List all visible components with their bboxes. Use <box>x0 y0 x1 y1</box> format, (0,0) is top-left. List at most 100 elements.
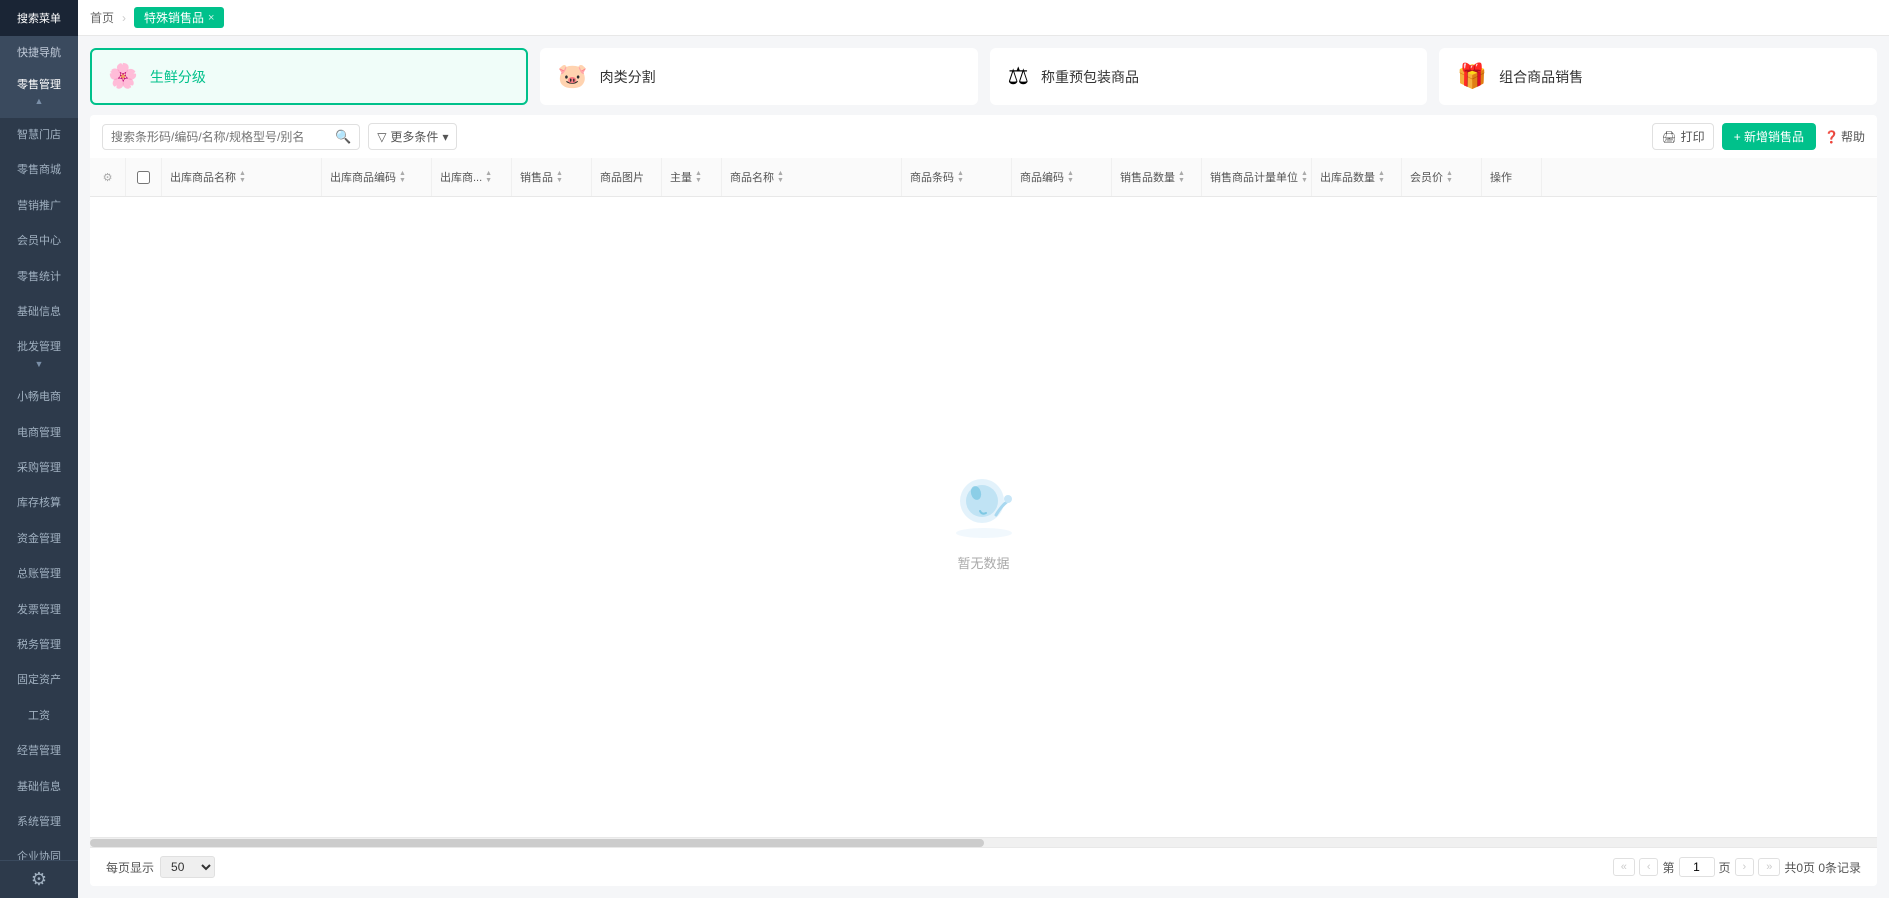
th-checkbox[interactable] <box>126 158 162 196</box>
sidebar-item-ledger-label: 总账管理 <box>17 567 61 582</box>
sort-arrows-goods-code[interactable]: ▲▼ <box>1067 170 1074 184</box>
sidebar-logo[interactable]: 搜索菜单 <box>0 0 78 36</box>
sidebar-item-ecom-mgmt[interactable]: 电商管理 <box>0 416 78 451</box>
select-all-checkbox[interactable] <box>137 171 150 184</box>
toolbar-left: 🔍 ▽ 更多条件 ▾ <box>102 123 457 150</box>
help-button[interactable]: ❓ 帮助 <box>1824 128 1865 145</box>
filter-icon: ▽ <box>377 130 386 144</box>
tab-card-group: 🌸 生鲜分级 🐷 肉类分割 ⚖ 称重预包装商品 🎁 组合商品销售 <box>90 48 1877 105</box>
empty-state-icon <box>944 463 1024 543</box>
page-unit: 页 <box>1719 859 1731 876</box>
print-label: 打印 <box>1681 128 1705 145</box>
add-sale-item-button[interactable]: + 新增销售品 <box>1722 123 1816 150</box>
pagination-left: 每页显示 10 20 50 100 <box>106 856 215 878</box>
tab-combo-label: 组合商品销售 <box>1499 67 1583 87</box>
tab-fresh-grade[interactable]: 🌸 生鲜分级 <box>90 48 528 105</box>
table-body: 暂无数据 <box>90 197 1877 837</box>
page-number-input[interactable] <box>1679 857 1715 877</box>
help-label: 帮助 <box>1841 128 1865 145</box>
sort-arrows-sale-qty[interactable]: ▲▼ <box>1178 170 1185 184</box>
sidebar-item-ledger[interactable]: 总账管理 <box>0 557 78 592</box>
print-button[interactable]: 🖨 打印 <box>1652 123 1713 150</box>
sidebar-item-corp-collab-label: 企业协同 <box>17 850 61 860</box>
sidebar-quick-nav[interactable]: 快捷导航 <box>0 36 78 68</box>
prev-page-button[interactable]: ‹ <box>1639 858 1659 876</box>
search-icon[interactable]: 🔍 <box>335 129 351 145</box>
sidebar-item-ecom-mini[interactable]: 小畅电商 <box>0 380 78 415</box>
th-sale-item: 销售品 ▲▼ <box>512 158 592 196</box>
sidebar-item-marketing-label: 营销推广 <box>17 199 61 214</box>
th-sale-qty: 销售品数量 ▲▼ <box>1112 158 1202 196</box>
sidebar-item-retail[interactable]: 零售管理 ▲ <box>0 68 78 118</box>
sidebar-item-wholesale[interactable]: 批发管理 ▼ <box>0 330 78 380</box>
sidebar-item-ecom-mini-label: 小畅电商 <box>17 390 61 405</box>
sort-arrows-unit[interactable]: ▲▼ <box>1301 170 1308 184</box>
horizontal-scrollbar[interactable] <box>90 837 1877 847</box>
per-page-label: 每页显示 <box>106 859 154 876</box>
sidebar: 搜索菜单 快捷导航 零售管理 ▲ 智慧门店 零售商城 营销推广 会员中心 零售统… <box>0 0 78 898</box>
filter-button[interactable]: ▽ 更多条件 ▾ <box>368 123 457 150</box>
sidebar-item-purchase[interactable]: 采购管理 <box>0 451 78 486</box>
sidebar-item-tax[interactable]: 税务管理 <box>0 628 78 663</box>
per-page-select[interactable]: 10 20 50 100 <box>160 856 215 878</box>
th-setting[interactable]: ⚙ <box>90 158 126 196</box>
sort-arrows-out-name[interactable]: ▲▼ <box>239 170 246 184</box>
sidebar-item-marketing[interactable]: 营销推广 <box>0 189 78 224</box>
sidebar-item-smart-store[interactable]: 智慧门店 <box>0 118 78 153</box>
tab-weight-pack[interactable]: ⚖ 称重预包装商品 <box>990 48 1428 105</box>
last-page-button[interactable]: » <box>1758 858 1780 876</box>
tab-close-button[interactable]: × <box>208 12 214 24</box>
table-toolbar: 🔍 ▽ 更多条件 ▾ 🖨 打印 + 新增销售品 ❓ <box>90 115 1877 158</box>
sidebar-item-retail-mall[interactable]: 零售商城 <box>0 153 78 188</box>
weight-pack-icon: ⚖ <box>1008 62 1030 91</box>
next-page-button[interactable]: › <box>1735 858 1755 876</box>
sidebar-item-fixed-assets[interactable]: 固定资产 <box>0 663 78 698</box>
sort-arrows-member-price[interactable]: ▲▼ <box>1446 170 1453 184</box>
sort-arrows-out-code[interactable]: ▲▼ <box>399 170 406 184</box>
print-icon: 🖨 <box>1661 130 1676 144</box>
sidebar-item-inventory[interactable]: 库存核算 <box>0 486 78 521</box>
sidebar-item-finance[interactable]: 资金管理 <box>0 522 78 557</box>
sort-arrows-weight[interactable]: ▲▼ <box>695 170 702 184</box>
sidebar-item-tax-label: 税务管理 <box>17 638 61 653</box>
sort-arrows-goods-name[interactable]: ▲▼ <box>777 170 784 184</box>
th-out-code: 出库商品编码 ▲▼ <box>322 158 432 196</box>
breadcrumb-current-tab: 特殊销售品 × <box>134 7 224 28</box>
pagination-right: « ‹ 第 页 › » 共0页 0条记录 <box>1613 857 1861 877</box>
toolbar-right: 🖨 打印 + 新增销售品 ❓ 帮助 <box>1652 123 1865 150</box>
tab-meat-cut[interactable]: 🐷 肉类分割 <box>540 48 978 105</box>
sidebar-item-stats[interactable]: 零售统计 <box>0 260 78 295</box>
sort-arrows-out-spec[interactable]: ▲▼ <box>485 170 492 184</box>
search-box: 🔍 <box>102 124 360 150</box>
sort-arrows-sale-item[interactable]: ▲▼ <box>556 170 563 184</box>
filter-label: 更多条件 <box>390 128 438 145</box>
search-input[interactable] <box>111 130 331 144</box>
sidebar-item-salary[interactable]: 工资 <box>0 699 78 734</box>
sort-arrows-stock-qty[interactable]: ▲▼ <box>1378 170 1385 184</box>
sidebar-item-purchase-label: 采购管理 <box>17 461 61 476</box>
scrollbar-thumb[interactable] <box>90 839 984 847</box>
tab-weight-pack-label: 称重预包装商品 <box>1041 67 1139 87</box>
th-unit: 销售商品计量单位 ▲▼ <box>1202 158 1312 196</box>
tab-meat-cut-label: 肉类分割 <box>600 67 656 87</box>
sidebar-item-member[interactable]: 会员中心 <box>0 224 78 259</box>
sidebar-item-base-info1[interactable]: 基础信息 <box>0 295 78 330</box>
sidebar-item-inventory-label: 库存核算 <box>17 496 61 511</box>
sidebar-item-base-info2[interactable]: 基础信息 <box>0 770 78 805</box>
tab-combo[interactable]: 🎁 组合商品销售 <box>1439 48 1877 105</box>
meat-cut-icon: 🐷 <box>558 62 588 91</box>
table-container: 🔍 ▽ 更多条件 ▾ 🖨 打印 + 新增销售品 ❓ <box>90 115 1877 886</box>
breadcrumb-home[interactable]: 首页 <box>90 9 114 26</box>
sidebar-item-salary-label: 工资 <box>28 709 50 724</box>
first-page-button[interactable]: « <box>1613 858 1635 876</box>
breadcrumb-separator: › <box>122 11 126 25</box>
sidebar-item-invoice[interactable]: 发票管理 <box>0 593 78 628</box>
sort-arrows-barcode[interactable]: ▲▼ <box>957 170 964 184</box>
breadcrumb-current-label: 特殊销售品 <box>144 9 204 26</box>
sidebar-item-member-label: 会员中心 <box>17 234 61 249</box>
sidebar-settings-button[interactable]: ⚙ <box>0 860 78 898</box>
sidebar-item-operations[interactable]: 经营管理 <box>0 734 78 769</box>
sidebar-item-system[interactable]: 系统管理 <box>0 805 78 840</box>
sidebar-item-corp-collab[interactable]: 企业协同 <box>0 840 78 860</box>
sidebar-item-base-info2-label: 基础信息 <box>17 780 61 795</box>
